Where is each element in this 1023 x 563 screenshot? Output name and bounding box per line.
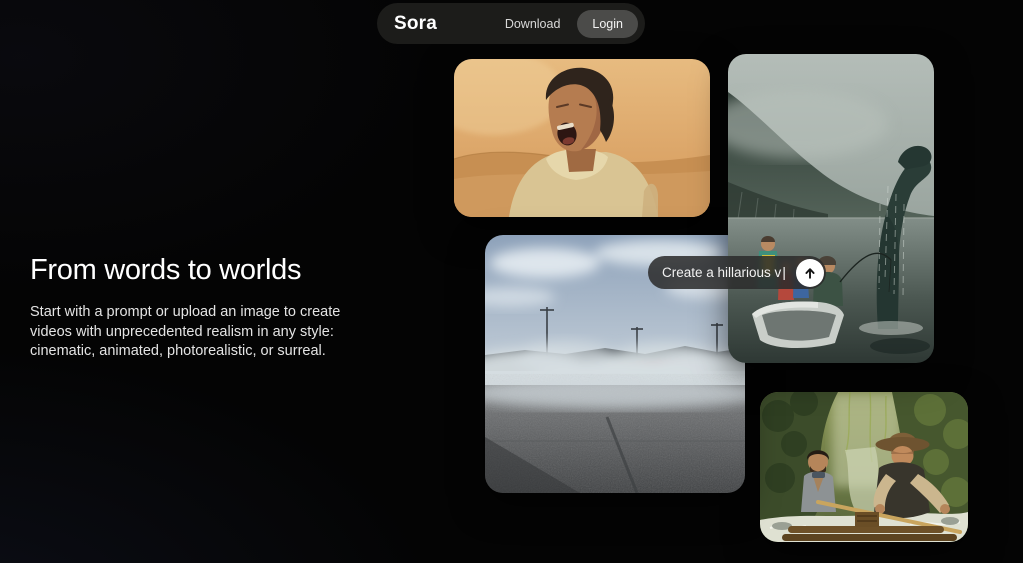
login-button[interactable]: Login <box>577 9 638 38</box>
adventurers-rafting-jungle-river-video <box>760 392 968 542</box>
submit-prompt-button[interactable] <box>795 258 824 287</box>
download-link[interactable]: Download <box>505 17 561 31</box>
prompt-input[interactable]: Create a hillarious v | <box>648 256 827 289</box>
top-navbar: Sora Download Login <box>377 3 645 44</box>
hero-description: Start with a prompt or upload an image t… <box>30 303 390 362</box>
nav-actions: Download Login <box>505 9 645 38</box>
man-shouting-in-desert-video <box>454 59 710 217</box>
hero-description-line: videos with unprecedented realism in any… <box>30 323 334 340</box>
hero-text-block: From words to worlds Start with a prompt… <box>30 252 390 362</box>
video-thumbnail-lake-monster <box>728 54 934 363</box>
hero-description-line: cinematic, animated, photorealistic, or … <box>30 343 326 359</box>
video-thumbnail-desert-scream <box>454 59 710 217</box>
hero-description-line: Start with a prompt or upload an image t… <box>30 304 341 320</box>
family-fishing-beside-lake-monster-video <box>728 54 934 363</box>
video-thumbnail-jungle-raft <box>760 392 968 542</box>
text-cursor: | <box>782 265 786 280</box>
sora-logo[interactable]: Sora <box>394 13 437 35</box>
arrow-up-icon <box>805 267 815 279</box>
page-title: From words to worlds <box>30 254 302 286</box>
prompt-text: Create a hillarious v <box>662 265 782 280</box>
sora-landing-page: Sora Download Login From words to worlds… <box>0 0 1023 563</box>
